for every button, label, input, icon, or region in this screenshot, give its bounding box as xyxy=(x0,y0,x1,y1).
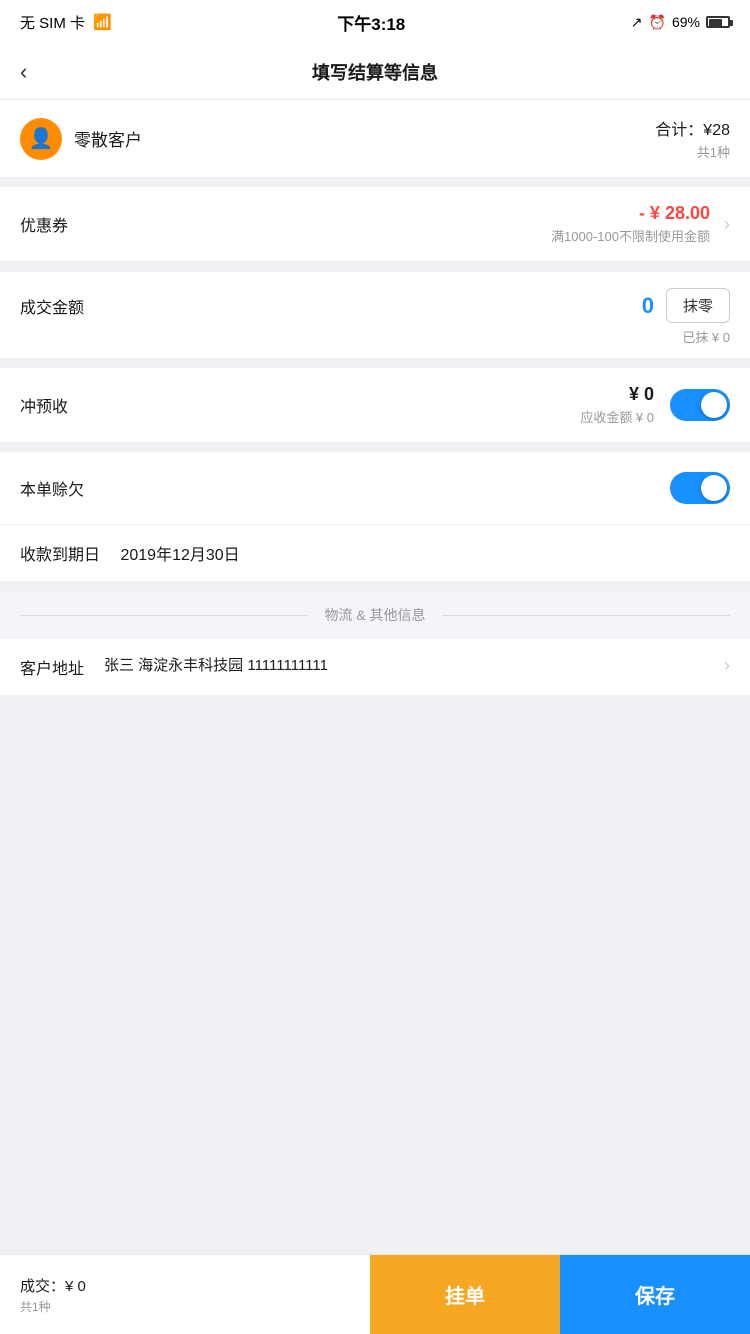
address-section[interactable]: 客户地址 张三 海淀永丰科技园 11111111111 › xyxy=(0,639,750,695)
debt-row: 本单赊欠 xyxy=(0,452,750,524)
customer-row: 👤 零散客户 合计：¥28 共1种 xyxy=(0,100,750,177)
due-date-row: 收款到期日 2019年12月30日 xyxy=(0,524,750,581)
avatar: 👤 xyxy=(20,118,62,160)
debt-label: 本单赊欠 xyxy=(20,476,84,500)
bottom-info: 成交：¥ 0 共1种 xyxy=(0,1275,370,1315)
hang-order-label: 挂单 xyxy=(445,1280,485,1309)
status-bar: 无 SIM 卡 📶 下午3:18 ↗ ⏰ 69% xyxy=(0,0,750,44)
debt-section: 本单赊欠 收款到期日 2019年12月30日 xyxy=(0,452,750,581)
page-title: 填写结算等信息 xyxy=(312,59,438,85)
deal-amount-row: 成交金额 0 抹零 xyxy=(20,288,730,323)
total-label: 合计： xyxy=(655,122,703,139)
due-date-label: 收款到期日 xyxy=(20,547,100,564)
address-chevron-icon: › xyxy=(724,655,730,676)
advance-toggle[interactable] xyxy=(670,389,730,421)
customer-right: 合计：¥28 共1种 xyxy=(655,116,730,161)
bottom-deal-label: 成交：¥ 0 xyxy=(20,1275,350,1296)
coupon-right: - ¥ 28.00 满1000-100不限制使用金额 › xyxy=(551,203,730,245)
advance-amount: ¥ 0 xyxy=(580,384,654,405)
total-amount: ¥28 xyxy=(703,122,730,139)
customer-name: 零散客户 xyxy=(74,126,142,151)
nav-bar: ‹ 填写结算等信息 xyxy=(0,44,750,100)
divider-line-right xyxy=(442,615,730,616)
coupon-sub: 满1000-100不限制使用金额 xyxy=(551,226,710,245)
deal-amount-sub: 已抹 ¥ 0 xyxy=(20,327,730,346)
gray-filler xyxy=(0,705,750,905)
advance-section: 冲预收 ¥ 0 应收金额 ¥ 0 xyxy=(0,368,750,442)
coupon-row[interactable]: 优惠券 - ¥ 28.00 满1000-100不限制使用金额 › xyxy=(0,187,750,262)
due-date-value: 2019年12月30日 xyxy=(120,547,239,564)
bottom-bar: 成交：¥ 0 共1种 挂单 保存 xyxy=(0,1254,750,1334)
advance-sub: 应收金额 ¥ 0 xyxy=(580,407,654,426)
save-button[interactable]: 保存 xyxy=(560,1255,750,1334)
battery-icon xyxy=(706,16,730,28)
deal-amount-right: 0 抹零 xyxy=(642,288,730,323)
customer-left: 👤 零散客户 xyxy=(20,118,142,160)
toggle-knob xyxy=(701,392,727,418)
debt-toggle-knob xyxy=(701,475,727,501)
advance-label: 冲预收 xyxy=(20,393,68,417)
customer-count: 共1种 xyxy=(655,142,730,161)
address-row[interactable]: 客户地址 张三 海淀永丰科技园 11111111111 › xyxy=(0,639,750,695)
hang-order-button[interactable]: 挂单 xyxy=(370,1255,560,1334)
coupon-section[interactable]: 优惠券 - ¥ 28.00 满1000-100不限制使用金额 › xyxy=(0,187,750,262)
debt-toggle[interactable] xyxy=(670,472,730,504)
address-label: 客户地址 xyxy=(20,655,84,679)
coupon-amount: - ¥ 28.00 xyxy=(551,203,710,224)
location-icon: ↗ xyxy=(631,14,643,31)
content: 👤 零散客户 合计：¥28 共1种 优惠券 - ¥ 28.00 满1000-10… xyxy=(0,100,750,1005)
save-label: 保存 xyxy=(635,1280,675,1309)
deal-amount-value: 0 xyxy=(642,293,654,319)
logistics-divider: 物流 & 其他信息 xyxy=(0,591,750,639)
signal-text: 无 SIM 卡 xyxy=(20,12,85,33)
status-left: 无 SIM 卡 📶 xyxy=(20,12,112,33)
coupon-label: 优惠券 xyxy=(20,212,68,236)
address-value: 张三 海淀永丰科技园 11111111111 xyxy=(104,655,720,678)
customer-total: 合计：¥28 xyxy=(655,116,730,140)
deal-amount-section: 成交金额 0 抹零 已抹 ¥ 0 xyxy=(0,272,750,358)
round-zero-button[interactable]: 抹零 xyxy=(666,288,730,323)
advance-right: ¥ 0 应收金额 ¥ 0 xyxy=(580,384,654,426)
bottom-count: 共1种 xyxy=(20,1298,350,1315)
bottom-deal-text: 成交： xyxy=(20,1278,65,1295)
avatar-icon: 👤 xyxy=(29,126,54,151)
chevron-right-icon: › xyxy=(724,214,730,235)
status-time: 下午3:18 xyxy=(337,10,405,35)
deal-amount-label: 成交金额 xyxy=(20,294,84,318)
alarm-icon: ⏰ xyxy=(649,14,666,31)
customer-section: 👤 零散客户 合计：¥28 共1种 xyxy=(0,100,750,177)
battery-text: 69% xyxy=(672,14,700,30)
back-button[interactable]: ‹ xyxy=(20,59,27,85)
divider-line-left xyxy=(20,615,308,616)
bottom-deal-amount: ¥ 0 xyxy=(65,1278,86,1295)
wifi-icon: 📶 xyxy=(93,13,112,31)
logistics-label: 物流 & 其他信息 xyxy=(308,605,441,625)
status-right: ↗ ⏰ 69% xyxy=(631,14,730,31)
